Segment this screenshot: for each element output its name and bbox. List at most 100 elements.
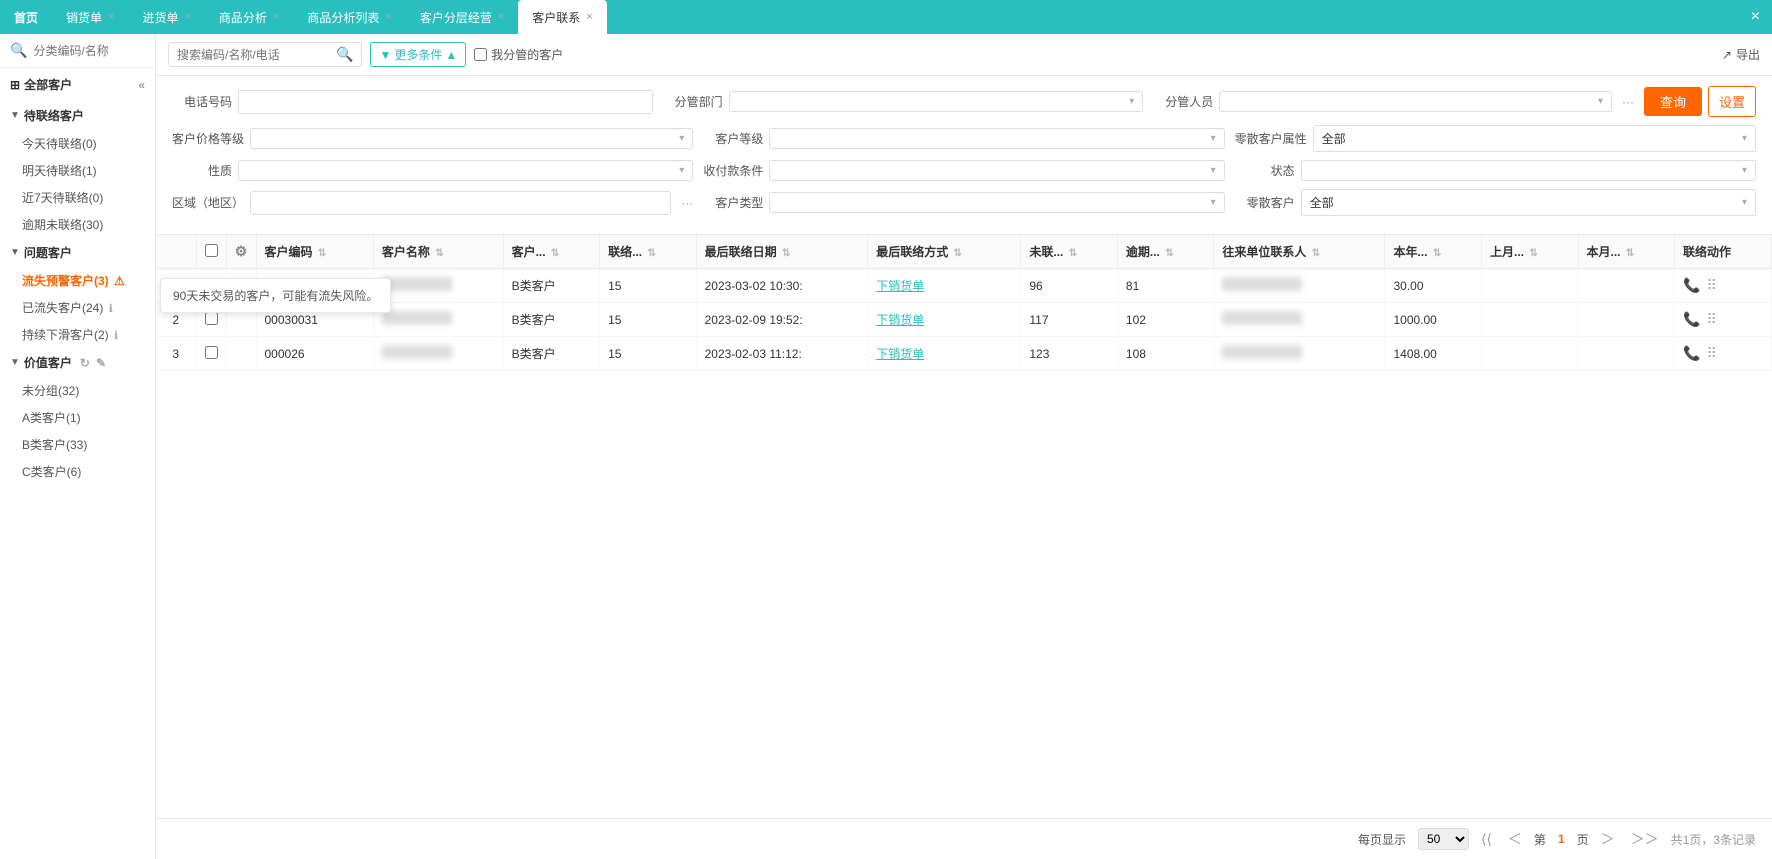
row-checkbox[interactable] [205,312,218,325]
action-more-icon[interactable]: ⠿ [1706,277,1716,294]
sidebar-group-value[interactable]: ▼ 价值客户 ↻ ✎ [0,348,155,377]
filter-region-dots[interactable]: ··· [681,196,693,210]
tab-customer-contact[interactable]: 客户联系 × [518,0,606,34]
toolbar: 🔍 ▼ 更多条件 ▲ 我分管的客户 ↗ 导出 [156,34,1772,76]
filter-nature-select[interactable]: ▾ [238,160,693,181]
sidebar-item-7days-pending[interactable]: 近7天待联络(0) [0,184,155,211]
tab-customer-segment-close[interactable]: × [498,11,504,23]
chevron-down-icon-9: ▾ [1211,197,1216,208]
query-btn[interactable]: 查询 [1644,87,1702,116]
close-window-button[interactable]: × [1751,8,1772,26]
sort-not-contacted-icon[interactable]: ⇅ [1069,248,1077,259]
tab-home[interactable]: 首页 [0,0,52,34]
sidebar-item-ungrouped[interactable]: 未分组(32) [0,377,155,404]
tab-customer-contact-close[interactable]: × [586,11,592,23]
filter-payment-terms-select[interactable]: ▾ [769,160,1224,181]
cell-index: 3 [156,337,196,371]
filter-customer-grade-select[interactable]: ▾ [769,128,1224,149]
action-more-icon[interactable]: ⠿ [1706,345,1716,362]
first-page-btn[interactable]: ⟨⟨ [1477,829,1496,850]
sidebar-group-problem[interactable]: ▼ 问题客户 [0,238,155,267]
sidebar-item-churn-warning[interactable]: 流失预警客户(3) ⚠ [0,267,155,294]
export-btn[interactable]: ↗ 导出 [1722,46,1760,63]
more-conditions-btn[interactable]: ▼ 更多条件 ▲ [370,42,466,67]
next-page-btn[interactable]: ＞ [1597,827,1619,851]
sort-date-icon[interactable]: ⇅ [782,248,790,259]
sidebar-item-class-b[interactable]: B类客户(33) [0,431,155,458]
tab-goods-analysis-list-close[interactable]: × [385,11,391,23]
toolbar-search-input[interactable] [177,48,332,62]
edit-icon[interactable]: ✎ [96,356,106,370]
filter-person-dots[interactable]: ··· [1622,95,1634,109]
th-last-contact-way: 最后联络方式 ⇅ [868,235,1021,269]
cell-last-contact-way[interactable]: 下销货单 [868,269,1021,303]
cell-checkbox[interactable] [196,337,226,371]
filter-region-input[interactable] [250,191,671,215]
sort-this-month-icon[interactable]: ⇅ [1626,248,1634,259]
filter-sparse-attr-select[interactable]: 全部 ▾ [1313,125,1756,152]
action-phone-icon[interactable]: 📞 [1683,345,1700,362]
tab-sales-close[interactable]: × [108,11,114,23]
filter-price-grade-select[interactable]: ▾ [250,128,693,149]
toolbar-search-btn[interactable]: 🔍 [336,46,353,63]
filter-dept-select[interactable]: ▾ [729,91,1144,112]
cell-last-contact-way[interactable]: 下销货单 [868,337,1021,371]
sort-type-icon[interactable]: ⇅ [551,248,559,259]
sort-overdue-icon[interactable]: ⇅ [1165,248,1173,259]
sort-name-icon[interactable]: ⇅ [435,248,443,259]
sidebar-item-class-a[interactable]: A类客户(1) [0,404,155,431]
cell-code: 000026 [256,337,373,371]
sidebar-item-churned[interactable]: 已流失客户(24) ℹ [0,294,155,321]
sort-contact-icon[interactable]: ⇅ [647,248,655,259]
filter-person-select[interactable]: ▾ [1219,91,1612,112]
filter-status-select[interactable]: ▾ [1301,160,1756,181]
filter-sparse-customer-select[interactable]: 全部 ▾ [1301,189,1756,216]
tab-customer-segment[interactable]: 客户分层经营 × [406,0,518,34]
th-settings[interactable]: ⚙ [226,235,256,269]
sidebar-all-customers[interactable]: ⊞ 全部客户 « [0,68,155,101]
sort-this-year-icon[interactable]: ⇅ [1433,248,1441,259]
filter-customer-type: 客户类型 ▾ [703,192,1224,213]
refresh-icon[interactable]: ↻ [80,356,90,370]
my-customers-checkbox-label[interactable]: 我分管的客户 [474,46,563,63]
tab-goods-analysis-list[interactable]: 商品分析列表 × [293,0,405,34]
tab-purchase-close[interactable]: × [184,11,190,23]
my-customers-checkbox[interactable] [474,48,487,61]
select-all-checkbox[interactable] [205,244,218,257]
action-phone-icon[interactable]: 📞 [1683,311,1700,328]
th-this-year: 本年... ⇅ [1385,235,1482,269]
tab-sales[interactable]: 销货单 × [52,0,128,34]
info-icon: ℹ [109,303,113,315]
sort-last-month-icon[interactable]: ⇅ [1529,248,1537,259]
sidebar-collapse-btn[interactable]: « [138,78,145,92]
sidebar-item-class-c[interactable]: C类客户(6) [0,458,155,485]
tab-purchase[interactable]: 进货单 × [128,0,204,34]
sidebar-item-declining[interactable]: 持续下滑客户(2) ℹ [0,321,155,348]
last-page-btn[interactable]: ＞＞ [1627,827,1663,851]
row-checkbox[interactable] [205,346,218,359]
action-phone-icon[interactable]: 📞 [1683,277,1700,294]
settings-btn[interactable]: 设置 [1708,86,1756,117]
contact-way-link[interactable]: 下销货单 [876,347,924,361]
tab-goods-analysis-close[interactable]: × [273,11,279,23]
sidebar-search-input[interactable] [33,44,156,58]
table-settings-icon[interactable]: ⚙ [235,243,248,259]
contact-way-link[interactable]: 下销货单 [876,279,924,293]
sort-way-icon[interactable]: ⇅ [954,248,962,259]
cell-last-contact-way[interactable]: 下销货单 [868,303,1021,337]
sort-unit-contact-icon[interactable]: ⇅ [1312,248,1320,259]
tab-goods-analysis[interactable]: 商品分析 × [205,0,293,34]
sort-code-icon[interactable]: ⇅ [318,248,326,259]
filter-customer-type-select[interactable]: ▾ [769,192,1224,213]
cell-unit-contact [1214,303,1385,337]
page-size-select[interactable]: 50 100 200 [1418,828,1469,850]
cell-unit-contact [1214,269,1385,303]
contact-way-link[interactable]: 下销货单 [876,313,924,327]
filter-phone-input[interactable] [238,90,653,114]
action-more-icon[interactable]: ⠿ [1706,311,1716,328]
sidebar-item-today-pending[interactable]: 今天待联络(0) [0,130,155,157]
sidebar-group-pending[interactable]: ▼ 待联络客户 [0,101,155,130]
prev-page-btn[interactable]: ＜ [1504,827,1526,851]
sidebar-item-tomorrow-pending[interactable]: 明天待联络(1) [0,157,155,184]
sidebar-item-overdue-pending[interactable]: 逾期未联络(30) [0,211,155,238]
